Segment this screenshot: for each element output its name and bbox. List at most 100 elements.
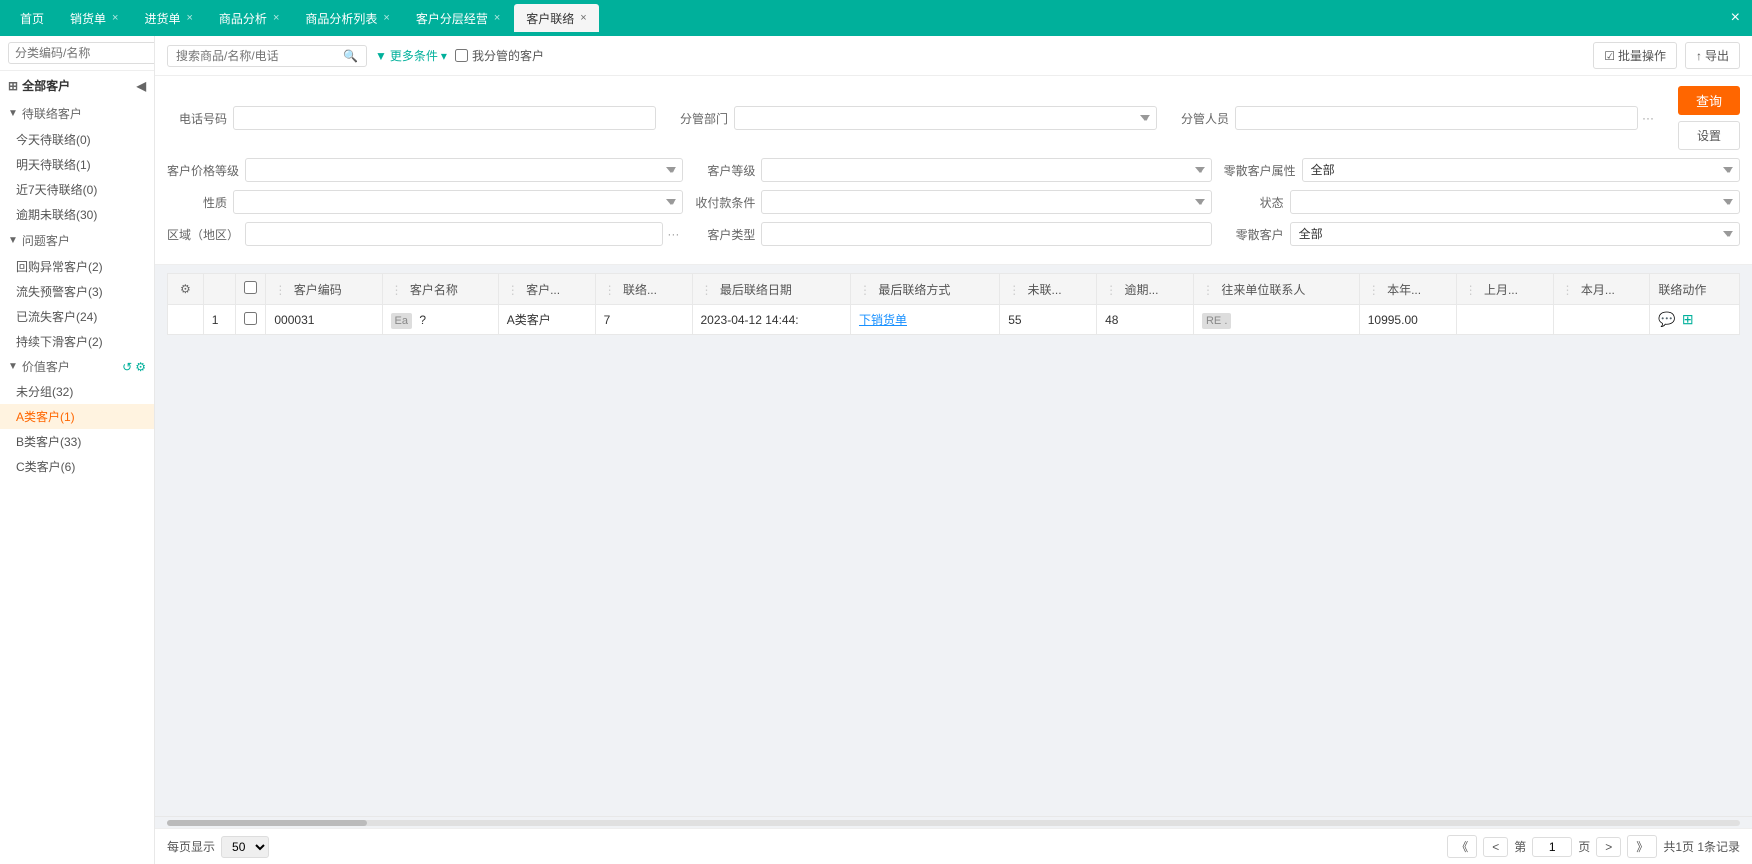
retail-attr-select[interactable]: 全部 [1302, 158, 1740, 182]
settings-button[interactable]: 设置 [1678, 121, 1740, 150]
nav-tab-analysis-list[interactable]: 商品分析列表 × [293, 4, 401, 32]
sidebar-item-b-class[interactable]: B类客户(33) [0, 429, 154, 454]
nav-tab-customer-contact-label: 客户联络 [526, 10, 574, 27]
sidebar-item-declining[interactable]: 持续下滑客户(2) [0, 329, 154, 354]
nav-tab-purchase[interactable]: 进货单 × [132, 4, 204, 32]
pending-arrow-icon: ▼ [8, 108, 18, 119]
customer-type-label: 客户类型 [695, 226, 755, 243]
sidebar-item-repurchase-abnormal[interactable]: 回购异常客户(2) [0, 254, 154, 279]
nav-tab-analysis-close[interactable]: × [273, 12, 279, 24]
col-drag-overdue: ⋮ [1105, 283, 1117, 297]
sidebar-item-churn-warning[interactable]: 流失预警客户(3) [0, 279, 154, 304]
nav-tab-sales-close[interactable]: × [112, 12, 118, 24]
price-level-select[interactable] [245, 158, 683, 182]
select-all-checkbox[interactable] [244, 281, 257, 294]
nav-tab-purchase-close[interactable]: × [186, 12, 192, 24]
col-drag-thisyear: ⋮ [1368, 283, 1380, 297]
last-page-button[interactable]: 》 [1627, 835, 1657, 858]
sidebar-item-churned[interactable]: 已流失客户(24) [0, 304, 154, 329]
manager-input[interactable] [1235, 106, 1638, 130]
filter-icon: ▼ [375, 49, 387, 63]
cell-name-text: ? [419, 313, 426, 327]
nature-select[interactable] [233, 190, 683, 214]
col-drag-date: ⋮ [701, 283, 713, 297]
sidebar-group-problem[interactable]: ▼ 问题客户 [0, 227, 154, 254]
horizontal-scrollbar[interactable] [155, 816, 1752, 828]
sidebar-group-value[interactable]: ▼ 价值客户 ↺ ⚙ [0, 354, 154, 379]
prev-page-button[interactable]: < [1483, 837, 1508, 857]
sidebar-item-today[interactable]: 今天待联络(0) [0, 127, 154, 152]
gear-button[interactable]: ⚙ [176, 280, 195, 298]
nav-tab-sales[interactable]: 销货单 × [58, 4, 130, 32]
sidebar-item-a-class[interactable]: A类客户(1) [0, 404, 154, 429]
manager-dots-icon[interactable]: ··· [1638, 111, 1658, 125]
sidebar-collapse-btn[interactable]: ◀ [137, 79, 146, 93]
cell-company-contact: RE . [1193, 305, 1359, 335]
form-group-dept: 分管部门 ▾ [668, 106, 1157, 130]
nav-tab-customer-contact-close[interactable]: × [580, 12, 586, 24]
region-input[interactable] [245, 222, 663, 246]
retail-customer-select[interactable]: 全部 [1290, 222, 1740, 246]
nav-tab-analysis-list-label: 商品分析列表 [305, 10, 377, 27]
pagination-controls: 《 < 第 页 > 》 共1页 1条记录 [1447, 835, 1740, 858]
filter-action-btns: ☑ 批量操作 ↑ 导出 [1593, 42, 1740, 69]
message-action-icon[interactable]: 💬 [1658, 311, 1675, 328]
nav-tab-home[interactable]: 首页 [8, 4, 56, 32]
customer-type-input[interactable] [761, 222, 1211, 246]
nav-tab-home-label: 首页 [20, 10, 44, 27]
next-page-button[interactable]: > [1596, 837, 1621, 857]
col-name: ⋮ 客户名称 [382, 274, 498, 305]
my-customers-check[interactable] [455, 49, 468, 62]
customer-level-select[interactable] [761, 158, 1211, 182]
payment-select[interactable] [761, 190, 1211, 214]
export-button[interactable]: ↑ 导出 [1685, 42, 1740, 69]
sidebar-item-overdue[interactable]: 逾期未联络(30) [0, 202, 154, 227]
cell-this-month [1553, 305, 1650, 335]
page-label: 第 [1514, 838, 1526, 855]
scrollbar-track [167, 820, 1740, 826]
nav-tab-customer-tier[interactable]: 客户分层经营 × [404, 4, 512, 32]
my-customers-checkbox[interactable]: 我分管的客户 [455, 47, 544, 64]
batch-ops-button[interactable]: ☑ 批量操作 [1593, 42, 1677, 69]
batch-ops-label: 批量操作 [1618, 47, 1666, 64]
region-dots-icon[interactable]: ··· [663, 227, 683, 241]
nav-close-all[interactable]: × [1727, 5, 1744, 31]
action-icons: 💬 ⊞ [1658, 311, 1731, 328]
table-row: 1 000031 Ea ? A类客户 7 2023-04-12 14:44: [168, 305, 1740, 335]
status-select[interactable] [1290, 190, 1740, 214]
page-input[interactable] [1532, 837, 1572, 857]
form-group-status: 状态 ▾ [1224, 190, 1740, 214]
nav-tab-customer-tier-close[interactable]: × [494, 12, 500, 24]
settings-value-icon[interactable]: ⚙ [135, 360, 146, 374]
nav-tab-customer-contact[interactable]: 客户联络 × [514, 4, 598, 32]
cell-checkbox [236, 305, 266, 335]
phone-input[interactable] [233, 106, 656, 130]
sidebar-item-7days[interactable]: 近7天待联络(0) [0, 177, 154, 202]
filter-more-btn[interactable]: ▼ 更多条件 ▾ [375, 47, 447, 64]
nav-tab-analysis[interactable]: 商品分析 × [207, 4, 291, 32]
col-this-year: ⋮ 本年... [1359, 274, 1456, 305]
nav-tab-analysis-list-close[interactable]: × [383, 12, 389, 24]
sidebar-search-input[interactable] [8, 42, 155, 64]
sidebar-item-ungraded[interactable]: 未分组(32) [0, 379, 154, 404]
sidebar-group-pending[interactable]: ▼ 待联络客户 [0, 100, 154, 127]
qrcode-action-icon[interactable]: ⊞ [1682, 311, 1694, 328]
per-page-select[interactable]: 50 [221, 836, 269, 858]
data-table: ⚙ ⋮ 客户编码 ⋮ 客户名称 [167, 273, 1740, 335]
sidebar-item-tomorrow[interactable]: 明天待联络(1) [0, 152, 154, 177]
price-level-wrap: ▾ [245, 158, 683, 182]
dept-select[interactable] [734, 106, 1157, 130]
last-method-link[interactable]: 下销货单 [859, 313, 907, 327]
query-button[interactable]: 查询 [1678, 86, 1740, 115]
sidebar-item-c-class[interactable]: C类客户(6) [0, 454, 154, 479]
refresh-icon[interactable]: ↺ [122, 360, 132, 374]
sidebar-all-customers[interactable]: ⊞ 全部客户 ◀ [0, 71, 154, 100]
per-page-selector: 每页显示 50 [167, 836, 269, 858]
first-page-button[interactable]: 《 [1447, 835, 1477, 858]
scrollbar-thumb[interactable] [167, 820, 367, 826]
row-checkbox[interactable] [244, 312, 257, 325]
col-drag-contact: ⋮ [604, 283, 616, 297]
filter-search-input[interactable] [176, 49, 343, 63]
form-group-customer-level: 客户等级 ▾ [695, 158, 1211, 182]
filter-search-icon[interactable]: 🔍 [343, 49, 358, 63]
